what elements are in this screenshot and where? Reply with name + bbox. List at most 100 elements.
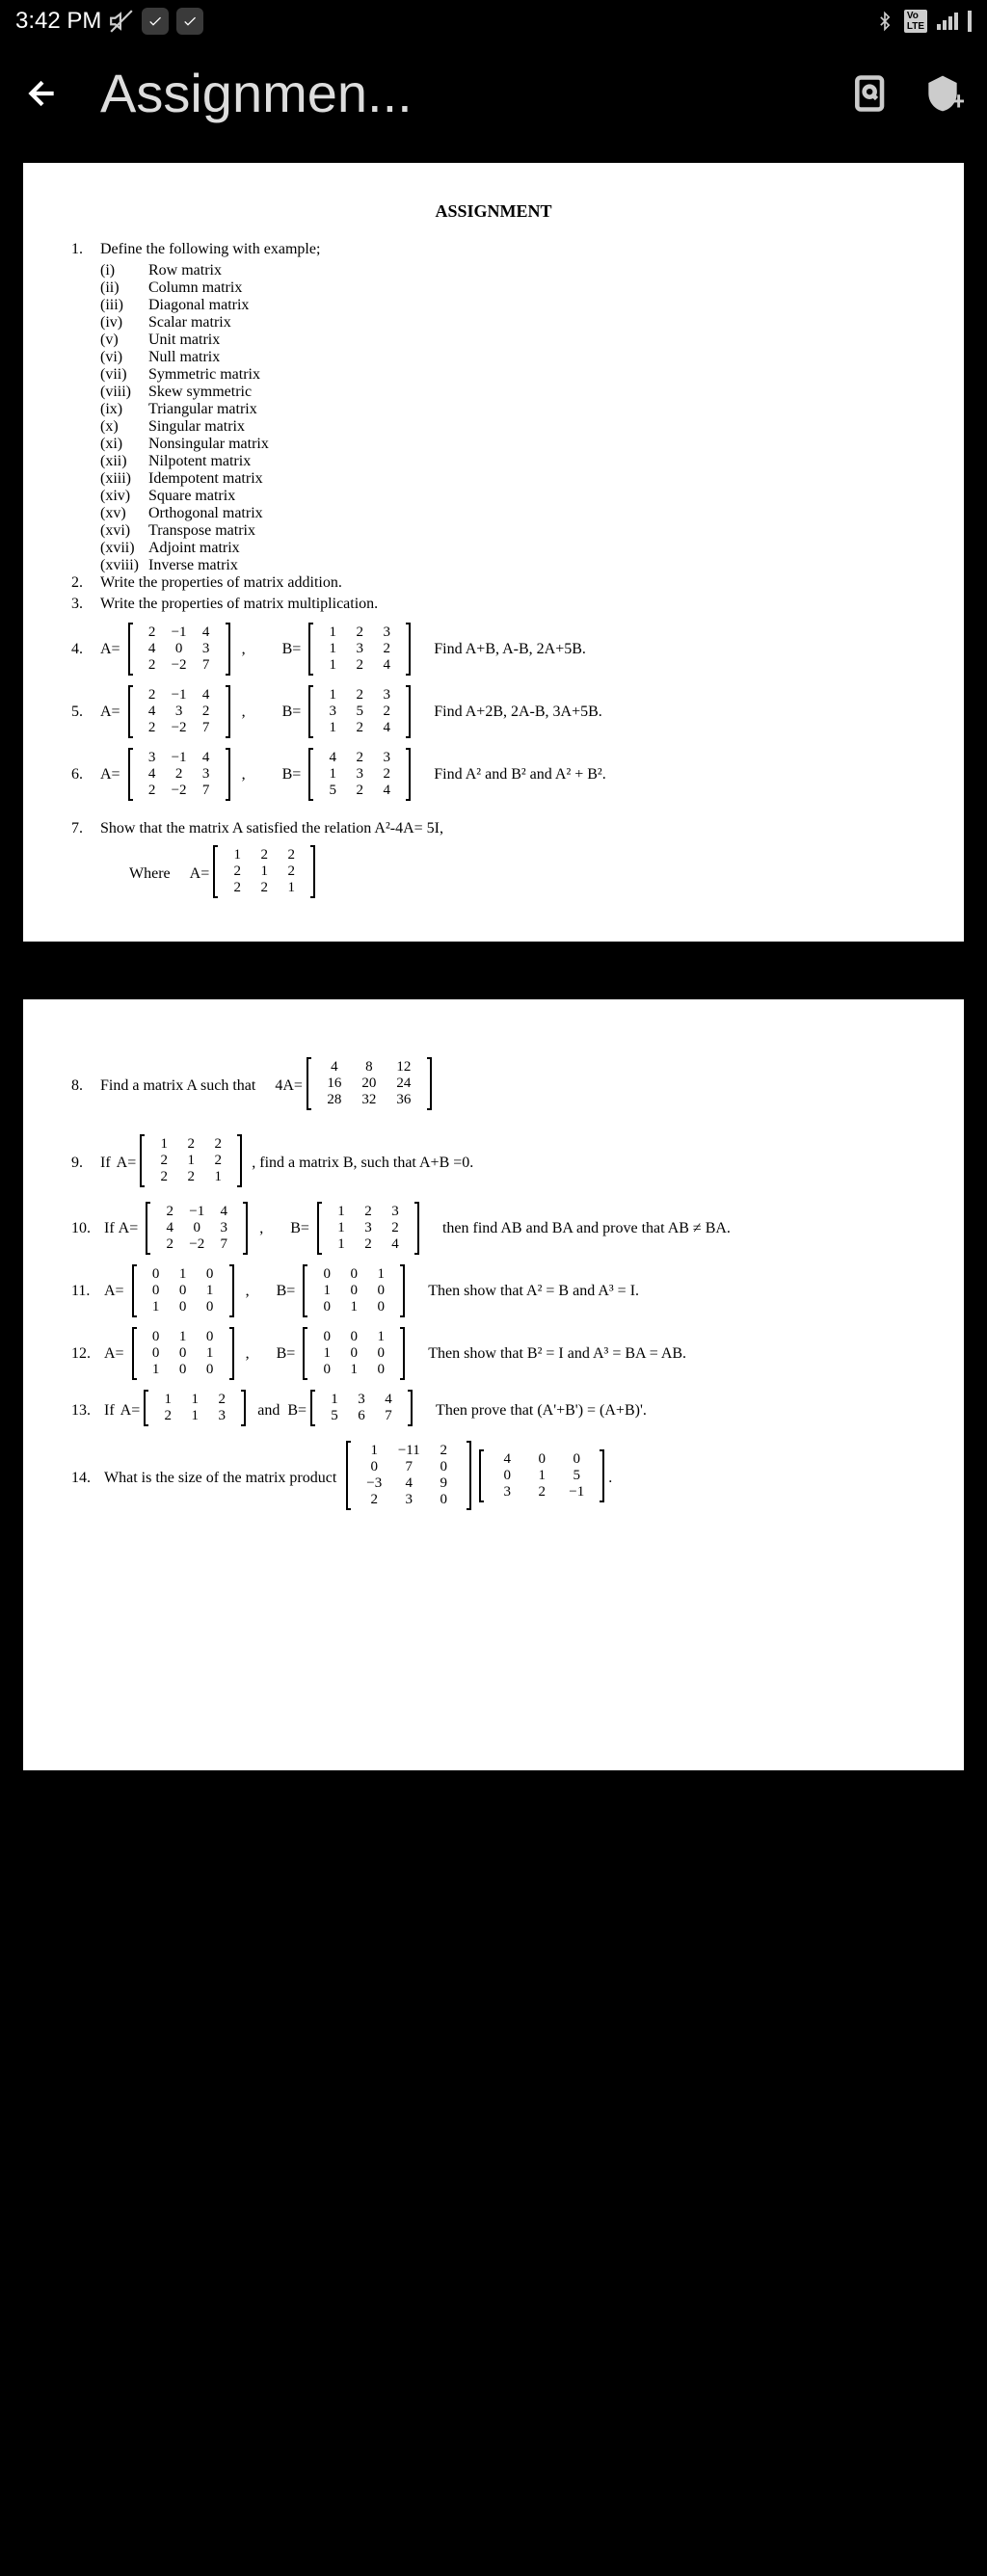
comma: , [242, 766, 246, 783]
matrix-cell: 1 [328, 1204, 355, 1220]
matrix-cell: 2 [139, 657, 166, 674]
matrix-cell: 16 [317, 1076, 352, 1092]
a-label: A= [100, 641, 120, 658]
a-label: A= [100, 766, 120, 783]
sub-text: Diagonal matrix [148, 297, 916, 314]
matrix-cell: 1 [367, 1266, 394, 1283]
matrix-cell: 0 [313, 1362, 340, 1378]
page-title: Assignmen... [100, 62, 812, 124]
matrix: 122212221 [140, 1134, 242, 1187]
matrix-cell: 3 [346, 641, 373, 657]
matrix-cell: 2 [177, 1169, 204, 1185]
matrix-cell: 0 [183, 1220, 210, 1236]
matrix-cell: 7 [210, 1236, 237, 1253]
matrix-cell: 1 [204, 1169, 231, 1185]
status-right: VoLTE [875, 10, 972, 33]
where-label: Where [129, 865, 171, 883]
matrix-cell: 2 [278, 847, 305, 863]
sub-number: (v) [100, 332, 148, 349]
matrix-cell: 0 [313, 1299, 340, 1315]
matrix-cell: 2 [150, 1169, 177, 1185]
matrix-cell: 1 [197, 1283, 224, 1299]
document-page-1: ASSIGNMENT 1. Define the following with … [23, 163, 964, 942]
sub-text: Square matrix [148, 488, 916, 505]
matrix-cell: 2 [224, 880, 251, 896]
q-desc: then find AB and BA and prove that AB ≠ … [442, 1220, 731, 1237]
matrix-cell: 5 [559, 1468, 594, 1484]
matrix-cell: 2 [346, 624, 373, 641]
matrix-cell: 2 [204, 1153, 231, 1169]
matrix: 001100010 [303, 1327, 405, 1380]
matrix-cell: 4 [156, 1220, 183, 1236]
matrix-cell: 2 [177, 1136, 204, 1153]
matrix-cell: 1 [340, 1362, 367, 1378]
matrix-cell: 3 [193, 641, 220, 657]
matrix-cell: 1 [150, 1136, 177, 1153]
q-text: What is the size of the matrix product [104, 1470, 336, 1487]
b-label: B= [282, 766, 302, 783]
search-button[interactable] [850, 72, 893, 115]
matrix-cell: −1 [166, 687, 193, 704]
matrix-cell: 7 [193, 657, 220, 674]
matrix-cell: 4 [139, 766, 166, 783]
matrix-cell: 1 [143, 1299, 170, 1315]
matrix-cell: 5 [346, 704, 373, 720]
matrix-cell: 0 [367, 1299, 394, 1315]
q-number: 11. [71, 1283, 104, 1300]
matrix-cell: 0 [340, 1345, 367, 1362]
matrix-cell: 1 [319, 624, 346, 641]
sub-item: (xvi)Transpose matrix [100, 522, 916, 540]
matrix-cell: 32 [352, 1092, 387, 1108]
matrix-cell: −1 [166, 624, 193, 641]
matrix-cell: 0 [367, 1362, 394, 1378]
matrix-cell: 4 [375, 1392, 402, 1408]
matrix-cell: 2 [154, 1408, 181, 1424]
matrix-cell: 6 [348, 1408, 375, 1424]
mute-icon [109, 9, 134, 34]
question-9: 9. If A= 122212221 , find a matrix B, su… [71, 1134, 916, 1192]
back-button[interactable] [23, 74, 62, 113]
matrix-cell: 2 [193, 704, 220, 720]
b-label: B= [290, 1220, 309, 1237]
sub-number: (ix) [100, 401, 148, 418]
matrix: 122212221 [213, 845, 315, 898]
matrix-cell: 1 [328, 1220, 355, 1236]
if-label: If [100, 1155, 111, 1172]
matrix: 001100010 [303, 1264, 405, 1317]
matrix: 2−144032−27 [128, 623, 230, 676]
and-label: and [257, 1402, 280, 1420]
matrix-cell: −3 [357, 1475, 391, 1492]
a-label: A= [120, 1402, 141, 1420]
matrix-cell: 1 [357, 1443, 391, 1459]
matrix-cell: 3 [355, 1220, 382, 1236]
sub-number: (i) [100, 262, 148, 279]
sub-text: Transpose matrix [148, 522, 916, 540]
sub-item: (vii)Symmetric matrix [100, 366, 916, 384]
matrix-cell: 5 [319, 783, 346, 799]
sub-text: Nilpotent matrix [148, 453, 916, 470]
q-number: 2. [71, 574, 100, 592]
matrix-cell: 4 [319, 750, 346, 766]
add-button[interactable]: + [921, 72, 964, 115]
matrix-cell: 7 [375, 1408, 402, 1424]
matrix-cell: 2 [204, 1136, 231, 1153]
sub-item: (iii)Diagonal matrix [100, 297, 916, 314]
matrix: 123132124 [308, 623, 411, 676]
if-label: If [104, 1402, 115, 1420]
matrix-cell: 2 [355, 1204, 382, 1220]
q-desc: Find A+B, A-B, 2A+5B. [434, 641, 586, 658]
sub-text: Skew symmetric [148, 384, 916, 401]
q-number: 13. [71, 1402, 104, 1420]
matrix-cell: 5 [321, 1408, 348, 1424]
sub-item: (iv)Scalar matrix [100, 314, 916, 332]
matrix-cell: 3 [208, 1408, 235, 1424]
matrix-cell: 1 [181, 1408, 208, 1424]
question-q5: 5.A=2−144322−27,B=123352124Find A+2B, 2A… [71, 685, 916, 738]
q-number: 9. [71, 1155, 100, 1172]
a-label: A= [104, 1283, 124, 1300]
sub-item: (xii)Nilpotent matrix [100, 453, 916, 470]
sub-number: (xvii) [100, 540, 148, 557]
sub-item: (xi)Nonsingular matrix [100, 436, 916, 453]
matrix-cell: 1 [224, 847, 251, 863]
matrix-cell: 2 [346, 687, 373, 704]
